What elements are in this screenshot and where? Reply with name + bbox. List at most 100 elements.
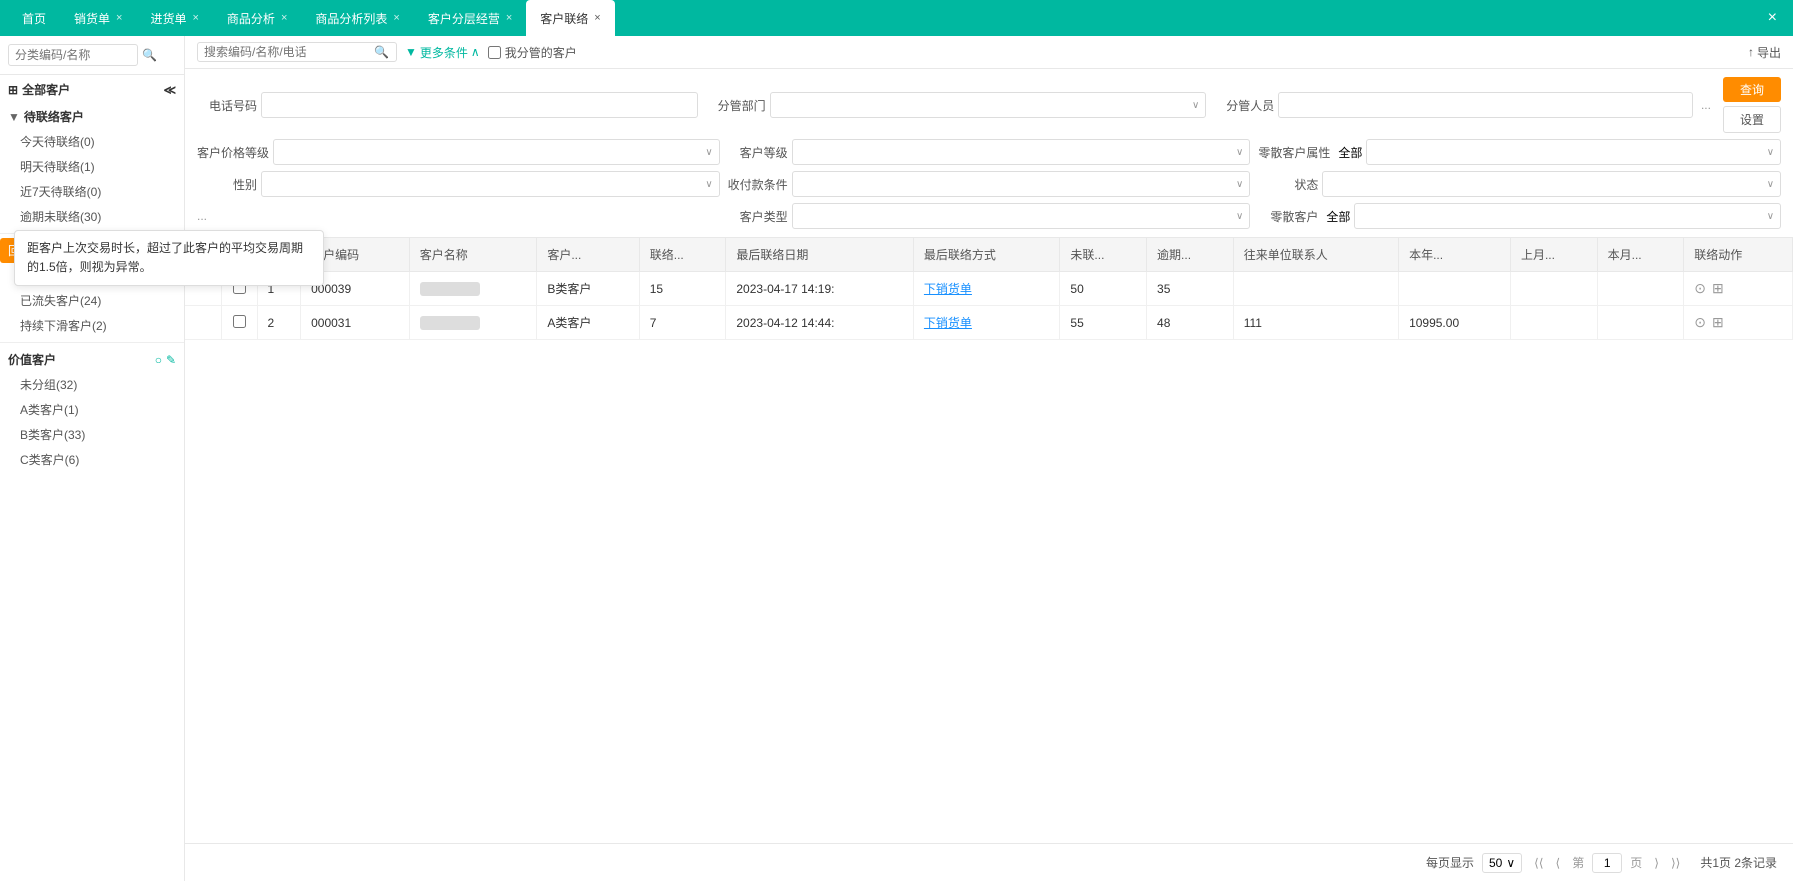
- close-icon[interactable]: ×: [281, 12, 287, 24]
- sidebar-all-customers[interactable]: ⊞ 全部客户 ≪: [0, 75, 184, 104]
- retail-customer-select[interactable]: ∨: [1354, 203, 1781, 229]
- phone-input[interactable]: [261, 92, 698, 118]
- sidebar-item-c-class[interactable]: C类客户(6): [0, 447, 184, 472]
- td-this-month: [1597, 272, 1684, 306]
- td-overdue: 48: [1147, 306, 1234, 340]
- sidebar: 🔍 ⊞ 全部客户 ≪ ▼ 待联络客户 今天待联络(0) 明天待联络(1) 近7天…: [0, 36, 185, 881]
- th-unit-contact: 往来单位联系人: [1233, 238, 1398, 272]
- sidebar-item-7days[interactable]: 近7天待联络(0): [0, 179, 184, 204]
- ellipsis-icon[interactable]: ...: [1697, 98, 1715, 112]
- customer-type-select[interactable]: ∨: [792, 203, 1251, 229]
- export-button[interactable]: ↑ 导出: [1748, 44, 1781, 61]
- td-action[interactable]: ⊙ ⊞: [1684, 272, 1793, 306]
- sidebar-group-pending[interactable]: ▼ 待联络客户: [0, 104, 184, 129]
- nav-item-purchase[interactable]: 进货单 ×: [136, 0, 212, 36]
- sidebar-item-declining[interactable]: 持续下滑客户(2): [0, 313, 184, 338]
- th-name: 客户名称: [409, 238, 537, 272]
- dept-select[interactable]: ∨: [770, 92, 1207, 118]
- grid-icon: ⊞: [8, 83, 18, 97]
- td-pending: 50: [1060, 272, 1147, 306]
- next-page-icon[interactable]: ⟩: [1650, 854, 1663, 872]
- td-settings: [185, 306, 221, 340]
- filter-more-conditions[interactable]: ▼ 更多条件 ∧: [405, 44, 480, 61]
- customer-level-select[interactable]: ∨: [792, 139, 1251, 165]
- chevron-down-icon: ∨: [1236, 211, 1243, 222]
- filter-btn-group: 查询 设置: [1723, 77, 1781, 133]
- td-last-contact-method[interactable]: 下销货单: [913, 306, 1059, 340]
- filter-field-more: ...: [197, 209, 720, 223]
- td-unit-contact: 111: [1233, 306, 1398, 340]
- nav-item-sales[interactable]: 销货单 ×: [60, 0, 136, 36]
- first-page-icon[interactable]: ⟨⟨: [1530, 854, 1547, 872]
- td-action[interactable]: ⊙ ⊞: [1684, 306, 1793, 340]
- chevron-down-icon: ∨: [1236, 147, 1243, 158]
- collapse-icon[interactable]: ≪: [163, 83, 176, 97]
- nav-item-product-analysis[interactable]: 商品分析 ×: [213, 0, 301, 36]
- th-pending: 未联...: [1060, 238, 1147, 272]
- close-icon[interactable]: ×: [393, 12, 399, 24]
- sidebar-item-a-class[interactable]: A类客户(1): [0, 397, 184, 422]
- nav-item-customer-segment[interactable]: 客户分层经营 ×: [414, 0, 526, 36]
- bottom-bar: 每页显示 50 ∨ ⟨⟨ ⟨ 第 页 ⟩ ⟩⟩ 共1页 2条记录: [185, 843, 1793, 881]
- retail-attr-select[interactable]: ∨: [1366, 139, 1781, 165]
- payment-select[interactable]: ∨: [792, 171, 1251, 197]
- filter-search-input[interactable]: [204, 45, 374, 59]
- page-input[interactable]: [1592, 853, 1622, 873]
- td-pending: 55: [1060, 306, 1147, 340]
- td-name: [409, 306, 537, 340]
- th-this-month: 本月...: [1597, 238, 1684, 272]
- action-icon-2[interactable]: ⊞: [1712, 314, 1724, 331]
- my-customers-checkbox[interactable]: [488, 46, 501, 59]
- sidebar-value-circle-icon[interactable]: ○: [155, 353, 162, 367]
- chevron-up-icon: ∧: [471, 45, 480, 59]
- chevron-down-icon: ∨: [1506, 856, 1515, 870]
- filter-field-price-level: 客户价格等级 ∨: [197, 139, 720, 165]
- th-last-contact-date: 最后联络日期: [726, 238, 914, 272]
- table-header-row: ⚙ 客户编码 客户名称 客户... 联络... 最后联络日期 最后联络方式 未联…: [185, 238, 1793, 272]
- sidebar-item-b-class[interactable]: B类客户(33): [0, 422, 184, 447]
- sidebar-item-today[interactable]: 今天待联络(0): [0, 129, 184, 154]
- sidebar-item-overdue[interactable]: 逾期未联络(30): [0, 204, 184, 229]
- sidebar-item-tomorrow[interactable]: 明天待联络(1): [0, 154, 184, 179]
- search-icon[interactable]: 🔍: [374, 45, 389, 59]
- filter-row-3: 性别 ∨ 收付款条件 ∨ 状态 ∨: [197, 171, 1781, 197]
- action-icon-1[interactable]: ⊙: [1694, 280, 1706, 297]
- search-icon[interactable]: 🔍: [142, 48, 157, 62]
- prev-page-icon[interactable]: ⟨: [1552, 854, 1565, 872]
- chevron-down-icon: ∨: [1236, 179, 1243, 190]
- close-icon[interactable]: ×: [116, 12, 122, 24]
- nav-item-home[interactable]: 首页: [8, 0, 60, 36]
- close-icon[interactable]: ×: [594, 12, 600, 24]
- filter-field-gender: 性别 ∨: [197, 171, 720, 197]
- chevron-down-icon: ∨: [705, 147, 712, 158]
- filter-field-dept: 分管部门 ∨: [706, 92, 1207, 118]
- page-size-select[interactable]: 50 ∨: [1482, 853, 1522, 873]
- nav-item-customer-contact[interactable]: 客户联络 ×: [526, 0, 614, 36]
- sidebar-item-unclassified[interactable]: 未分组(32): [0, 372, 184, 397]
- nav-item-product-list[interactable]: 商品分析列表 ×: [301, 0, 413, 36]
- settings-button[interactable]: 设置: [1723, 106, 1781, 133]
- action-icon-2[interactable]: ⊞: [1712, 280, 1724, 297]
- filter-field-manager: 分管人员 ...: [1214, 92, 1715, 118]
- close-icon[interactable]: ×: [192, 12, 198, 24]
- sidebar-search-input[interactable]: [8, 44, 138, 66]
- status-select[interactable]: ∨: [1322, 171, 1781, 197]
- close-icon[interactable]: ×: [506, 12, 512, 24]
- sidebar-search-bar: 🔍: [0, 36, 184, 75]
- gender-select[interactable]: ∨: [261, 171, 720, 197]
- filter-field-status: 状态 ∨: [1258, 171, 1781, 197]
- table-row: 1 000039 B类客户 15 2023-04-17 14:19: 下销货单 …: [185, 272, 1793, 306]
- manager-input[interactable]: [1278, 92, 1693, 118]
- action-icon-1[interactable]: ⊙: [1694, 314, 1706, 331]
- sidebar-item-churned[interactable]: 已流失客户(24): [0, 288, 184, 313]
- sidebar-value-edit-icon[interactable]: ✎: [166, 353, 176, 367]
- top-nav: 首页 销货单 × 进货单 × 商品分析 × 商品分析列表 × 客户分层经营 × …: [0, 0, 1793, 36]
- last-page-icon[interactable]: ⟩⟩: [1667, 854, 1684, 872]
- price-level-select[interactable]: ∨: [273, 139, 720, 165]
- th-action: 联络动作: [1684, 238, 1793, 272]
- query-button[interactable]: 查询: [1723, 77, 1781, 102]
- td-last-contact-method[interactable]: 下销货单: [913, 272, 1059, 306]
- filter-my-customers[interactable]: 我分管的客户: [488, 44, 577, 61]
- td-checkbox[interactable]: [221, 306, 257, 340]
- window-close-button[interactable]: ×: [1760, 9, 1785, 27]
